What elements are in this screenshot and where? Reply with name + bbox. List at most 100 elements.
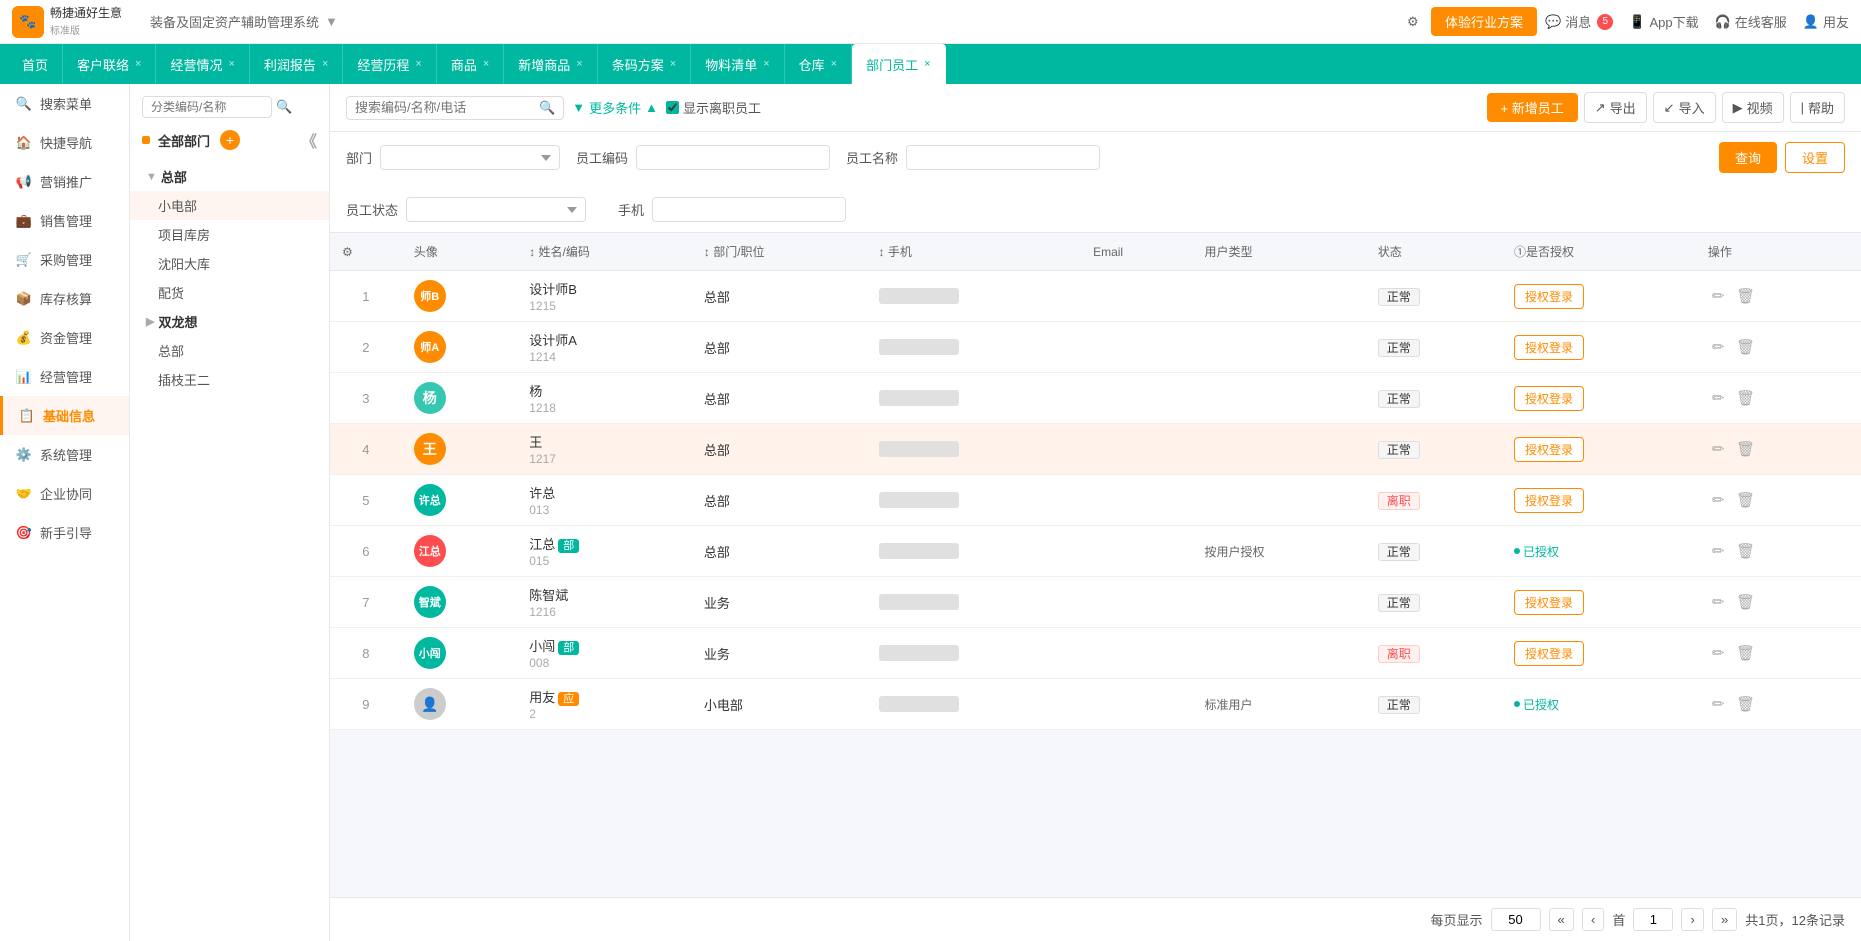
sidebar-item-system[interactable]: ⚙️系统管理 — [0, 435, 129, 474]
delete-btn[interactable]: 🗑 — [1732, 540, 1759, 562]
tab-close-icon[interactable]: × — [670, 58, 676, 70]
add-employee-button[interactable]: + 新增员工 — [1487, 93, 1578, 122]
edit-btn[interactable]: ✏ — [1708, 693, 1729, 715]
show-resigned-checkbox[interactable] — [666, 101, 679, 114]
import-button[interactable]: ↙ 导入 — [1653, 92, 1716, 123]
view-button[interactable]: ▶ 视频 — [1722, 92, 1784, 123]
delete-btn[interactable]: 🗑 — [1732, 591, 1759, 613]
tab-close-icon[interactable]: × — [322, 58, 328, 70]
tab-close-icon[interactable]: × — [831, 58, 837, 70]
sidebar-item-finance[interactable]: 💰资金管理 — [0, 318, 129, 357]
auth-btn[interactable]: 授权登录 — [1514, 488, 1584, 513]
dept-item-xiaodianbu[interactable]: 小电部 — [130, 191, 329, 220]
delete-btn[interactable]: 🗑 — [1732, 336, 1759, 358]
filter-phone-input[interactable] — [652, 197, 846, 222]
tab-close-icon[interactable]: × — [763, 58, 769, 70]
navtab-首页[interactable]: 首页 — [8, 44, 63, 84]
dept-item-shuanglongxiang[interactable]: ▶双龙想 — [130, 307, 329, 336]
navtab-经营情况[interactable]: 经营情况× — [156, 44, 249, 84]
navtab-物料清单[interactable]: 物料清单× — [691, 44, 784, 84]
add-dept-btn[interactable]: + — [220, 130, 240, 150]
col-dept-pos[interactable]: ↕ 部门/职位 — [692, 233, 867, 271]
edit-btn[interactable]: ✏ — [1708, 489, 1729, 511]
edit-btn[interactable]: ✏ — [1708, 642, 1729, 664]
navtab-新增商品[interactable]: 新增商品× — [504, 44, 597, 84]
dept-item-puguwanger[interactable]: 插枝王二 — [130, 365, 329, 394]
filter-dept-select[interactable] — [380, 145, 560, 170]
dept-item-xiangmukufang[interactable]: 项目库房 — [130, 220, 329, 249]
navtab-客户联络[interactable]: 客户联络× — [63, 44, 156, 84]
auth-btn[interactable]: 授权登录 — [1514, 335, 1584, 360]
more-filters-btn[interactable]: ▼ 更多条件 ▲ — [572, 98, 658, 117]
tab-close-icon[interactable]: × — [924, 58, 930, 70]
employee-search-input[interactable] — [355, 100, 535, 115]
col-phone[interactable]: ↕ 手机 — [867, 233, 1082, 271]
show-resigned-label[interactable]: 显示离职员工 — [683, 98, 761, 117]
tab-close-icon[interactable]: × — [415, 58, 421, 70]
help-button[interactable]: | 帮助 — [1790, 92, 1845, 123]
dept-search-icon[interactable]: 🔍 — [276, 99, 292, 115]
sidebar-item-enterprise[interactable]: 🤝企业协同 — [0, 474, 129, 513]
edit-btn[interactable]: ✏ — [1708, 540, 1729, 562]
delete-btn[interactable]: 🗑 — [1732, 642, 1759, 664]
search-icon[interactable]: 🔍 — [539, 100, 555, 116]
dept-item-zongbu[interactable]: ▼总部 — [130, 162, 329, 191]
sidebar-item-guide[interactable]: 🎯新手引导 — [0, 513, 129, 552]
sidebar-item-search[interactable]: 🔍搜索菜单 — [0, 84, 129, 123]
first-page-btn[interactable]: « — [1549, 908, 1574, 931]
delete-btn[interactable]: 🗑 — [1732, 387, 1759, 409]
navtab-经营历程[interactable]: 经营历程× — [343, 44, 436, 84]
navtab-仓库[interactable]: 仓库× — [785, 44, 852, 84]
collapse-panel-btn[interactable]: 《 — [301, 128, 317, 152]
navtab-商品[interactable]: 商品× — [437, 44, 504, 84]
auth-btn[interactable]: 授权登录 — [1514, 641, 1584, 666]
per-page-input[interactable] — [1491, 908, 1541, 931]
navtab-部门员工[interactable]: 部门员工× — [852, 44, 945, 84]
navtab-利润报告[interactable]: 利润报告× — [250, 44, 343, 84]
delete-btn[interactable]: 🗑 — [1732, 285, 1759, 307]
edit-btn[interactable]: ✏ — [1708, 387, 1729, 409]
dept-search-input[interactable] — [142, 96, 272, 118]
edit-btn[interactable]: ✏ — [1708, 438, 1729, 460]
sidebar-item-quicknav[interactable]: 🏠快捷导航 — [0, 123, 129, 162]
sidebar-item-basic[interactable]: 📋基础信息 — [0, 396, 129, 435]
last-page-btn[interactable]: » — [1712, 908, 1737, 931]
dept-item-shenyangdashang[interactable]: 沈阳大库 — [130, 249, 329, 278]
sidebar-item-marketing[interactable]: 📢营销推广 — [0, 162, 129, 201]
tab-close-icon[interactable]: × — [135, 58, 141, 70]
tab-close-icon[interactable]: × — [228, 58, 234, 70]
auth-btn[interactable]: 授权登录 — [1514, 437, 1584, 462]
tab-close-icon[interactable]: × — [483, 58, 489, 70]
delete-btn[interactable]: 🗑 — [1732, 693, 1759, 715]
sidebar-item-purchase[interactable]: 🛒采购管理 — [0, 240, 129, 279]
prev-page-btn[interactable]: ‹ — [1582, 908, 1604, 931]
sidebar-item-operation[interactable]: 📊经营管理 — [0, 357, 129, 396]
auth-btn[interactable]: 授权登录 — [1514, 386, 1584, 411]
all-dept-label[interactable]: 全部部门 — [158, 131, 210, 150]
settings-icon[interactable]: ⚙ — [1407, 14, 1423, 30]
next-page-btn[interactable]: › — [1681, 908, 1703, 931]
tab-close-icon[interactable]: × — [576, 58, 582, 70]
auth-btn[interactable]: 授权登录 — [1514, 590, 1584, 615]
exp-button[interactable]: 体验行业方案 — [1431, 7, 1537, 36]
dept-item-zongbu2[interactable]: 总部 — [130, 336, 329, 365]
edit-btn[interactable]: ✏ — [1708, 336, 1729, 358]
delete-btn[interactable]: 🗑 — [1732, 489, 1759, 511]
query-button[interactable]: 查询 — [1719, 142, 1777, 173]
filter-settings-button[interactable]: 设置 — [1785, 142, 1845, 173]
auth-btn[interactable]: 授权登录 — [1514, 284, 1584, 309]
edit-btn[interactable]: ✏ — [1708, 591, 1729, 613]
sidebar-item-sales[interactable]: 💼销售管理 — [0, 201, 129, 240]
dropdown-arrow-icon[interactable]: ▼ — [325, 14, 338, 29]
delete-btn[interactable]: 🗑 — [1732, 438, 1759, 460]
user-avatar[interactable]: 👤 用友 — [1803, 12, 1849, 31]
col-settings[interactable]: ⚙ — [330, 233, 402, 271]
filter-emp-name-input[interactable] — [906, 145, 1100, 170]
export-button[interactable]: ↗ 导出 — [1584, 92, 1647, 123]
message-btn[interactable]: 💬 消息 5 — [1545, 12, 1613, 31]
sidebar-item-inventory[interactable]: 📦库存核算 — [0, 279, 129, 318]
navtab-条码方案[interactable]: 条码方案× — [598, 44, 691, 84]
filter-emp-status-select[interactable] — [406, 197, 586, 222]
current-page-input[interactable] — [1633, 908, 1673, 931]
col-name-code[interactable]: ↕ 姓名/编码 — [517, 233, 692, 271]
